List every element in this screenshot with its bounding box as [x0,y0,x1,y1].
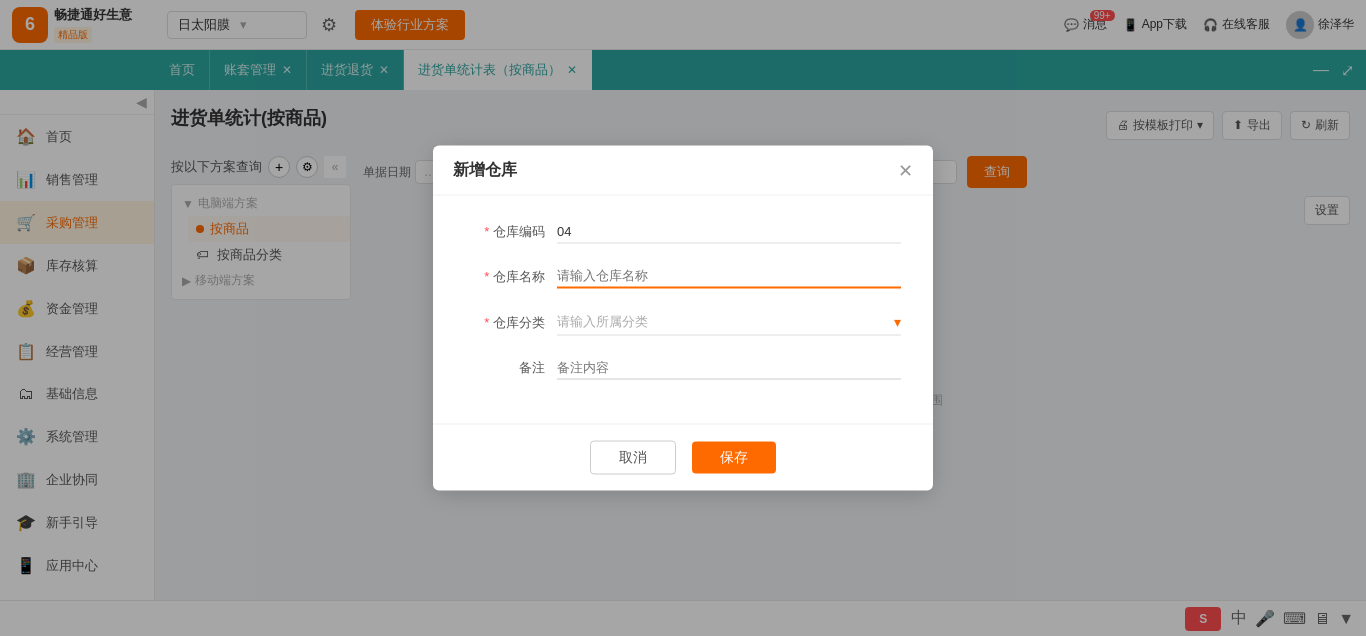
code-label: * 仓库编码 [465,223,545,241]
save-button[interactable]: 保存 [692,442,776,474]
modal-body: * 仓库编码 * 仓库名称 * 仓库分类 请输入所属分类 ▾ [433,196,933,424]
form-row-code: * 仓库编码 [465,220,901,244]
code-input[interactable] [557,220,901,244]
category-required-mark: * [484,314,489,329]
name-required-mark: * [484,268,489,283]
modal-close-button[interactable]: ✕ [898,161,913,179]
code-required-mark: * [484,224,489,239]
remark-label: 备注 [465,359,545,377]
modal-title: 新增仓库 [453,160,517,181]
form-row-name: * 仓库名称 [465,264,901,289]
name-input[interactable] [557,264,901,289]
modal-header: 新增仓库 ✕ [433,146,933,196]
category-dropdown-icon: ▾ [894,314,901,330]
form-row-remark: 备注 [465,356,901,380]
category-placeholder: 请输入所属分类 [557,313,648,331]
category-label: * 仓库分类 [465,313,545,331]
category-select[interactable]: 请输入所属分类 ▾ [557,309,901,336]
form-row-category: * 仓库分类 请输入所属分类 ▾ [465,309,901,336]
remark-input[interactable] [557,356,901,380]
modal-footer: 取消 保存 [433,424,933,491]
new-warehouse-modal: 新增仓库 ✕ * 仓库编码 * 仓库名称 * 仓库分类 请输入 [433,146,933,491]
name-label: * 仓库名称 [465,267,545,285]
cancel-button[interactable]: 取消 [590,441,676,475]
